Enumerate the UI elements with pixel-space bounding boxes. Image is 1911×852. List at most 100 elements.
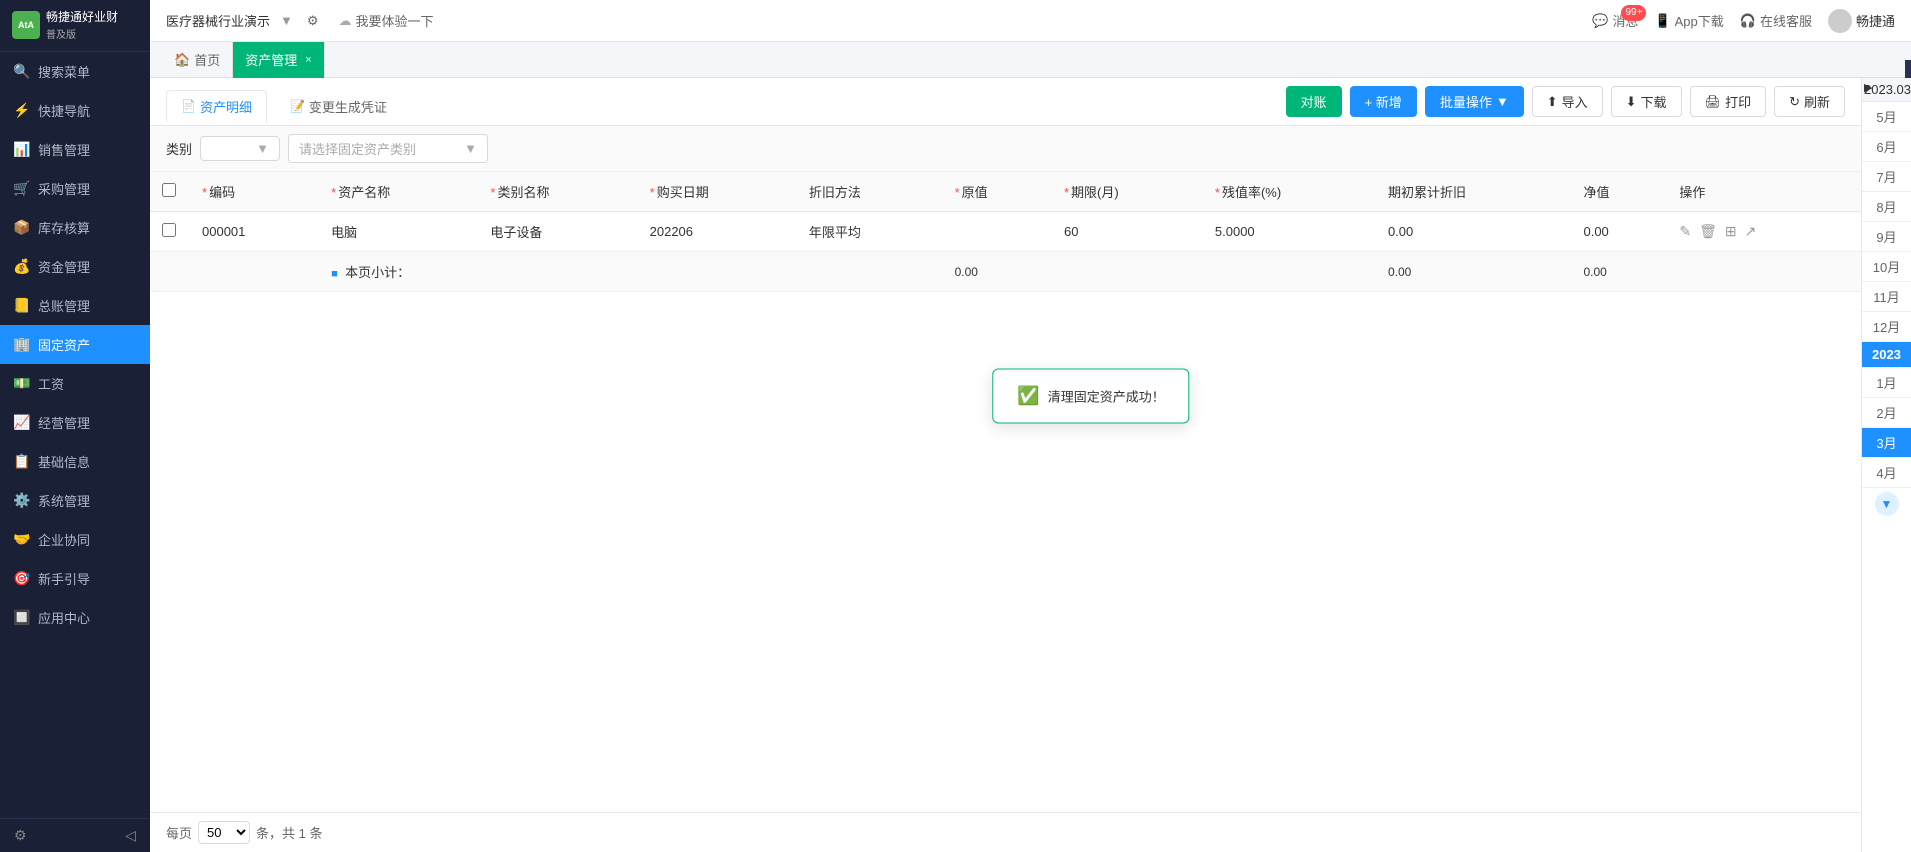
sidebar-item-sales[interactable]: 📊 销售管理	[0, 130, 150, 169]
action-buttons: ✎ 🗑 ⊞ ↗	[1679, 223, 1849, 240]
sidebar-item-inventory[interactable]: 📦 库存核算	[0, 208, 150, 247]
messages-button[interactable]: 💬 消息 99+	[1592, 11, 1638, 30]
th-name: *资产名称	[319, 172, 478, 212]
refresh-button[interactable]: ↻ 刷新	[1774, 86, 1845, 117]
tab-home[interactable]: 🏠 首页	[162, 42, 233, 78]
online-support-button[interactable]: 🎧 在线客服	[1740, 11, 1812, 30]
th-actions: 操作	[1667, 172, 1861, 212]
print-button[interactable]: 🖨 打印	[1690, 86, 1767, 117]
download-button[interactable]: ⬇ 下载	[1611, 86, 1682, 117]
cal-month-9[interactable]: 9月	[1862, 222, 1911, 252]
cal-month-8[interactable]: 8月	[1862, 192, 1911, 222]
cal-month-10[interactable]: 10月	[1862, 252, 1911, 282]
more-button[interactable]: ↗	[1745, 223, 1757, 240]
settings-icon[interactable]: ⚙	[307, 13, 319, 29]
logo-icon: AtA	[12, 11, 40, 39]
collapse-left-icon[interactable]: ▶	[1864, 81, 1872, 94]
reconcile-button[interactable]: 对账	[1286, 86, 1342, 117]
sidebar-item-operations[interactable]: 📈 经营管理	[0, 403, 150, 442]
sidebar-item-label: 资金管理	[38, 257, 90, 276]
sidebar: AtA 畅捷通好业财 普及版 🔍 搜索菜单 ⚡ 快捷导航 📊 销售管理 🛒 采购…	[0, 0, 150, 852]
tab-asset-management[interactable]: 资产管理 ×	[233, 42, 324, 78]
subtab-asset-detail[interactable]: 📄 资产明细	[166, 90, 267, 123]
sidebar-item-label: 系统管理	[38, 491, 90, 510]
sidebar-item-label: 总账管理	[38, 296, 90, 315]
sidebar-item-label: 快捷导航	[38, 101, 90, 120]
cal-month-11[interactable]: 11月	[1862, 282, 1911, 312]
row-checkbox[interactable]	[162, 223, 176, 237]
sidebar-item-label: 基础信息	[38, 452, 90, 471]
sidebar-item-salary[interactable]: 💵 工资	[0, 364, 150, 403]
enterprise-icon: 🤝	[14, 531, 30, 547]
message-icon: 💬	[1592, 13, 1608, 29]
tabbar: 🏠 首页 资产管理 ×	[150, 42, 1911, 78]
sidebar-item-search[interactable]: 🔍 搜索菜单	[0, 52, 150, 91]
td-actions: ✎ 🗑 ⊞ ↗	[1667, 212, 1861, 252]
table-header: *编码 *资产名称 *类别名称 *购买日期 折旧方法 *原值 *期限(月) *残…	[150, 172, 1861, 212]
logo-sub: 普及版	[46, 26, 118, 41]
edit-button[interactable]: ✎	[1679, 223, 1691, 240]
cal-month-1[interactable]: 1月	[1862, 368, 1911, 398]
total-label: 条，共 1 条	[256, 823, 322, 842]
pagination: 每页 50 10 20 100 条，共 1 条	[150, 812, 1861, 852]
sidebar-item-guide[interactable]: 🎯 新手引导	[0, 559, 150, 598]
select-all-checkbox[interactable]	[162, 183, 176, 197]
tab-close-icon[interactable]: ×	[305, 54, 311, 66]
sidebar-item-enterprise[interactable]: 🤝 企业协同	[0, 520, 150, 559]
td-subtotal-original: 0.00	[943, 252, 1052, 292]
salary-icon: 💵	[14, 375, 30, 391]
cal-month-2[interactable]: 2月	[1862, 398, 1911, 428]
cal-down-button[interactable]: ▼	[1875, 492, 1899, 516]
fund-icon: 💰	[14, 258, 30, 274]
delete-button[interactable]: 🗑	[1699, 223, 1717, 240]
batch-ops-button[interactable]: 批量操作 ▼	[1425, 86, 1524, 117]
sidebar-item-purchase[interactable]: 🛒 采购管理	[0, 169, 150, 208]
cal-month-7[interactable]: 7月	[1862, 162, 1911, 192]
sidebar-item-label: 应用中心	[38, 608, 90, 627]
cal-month-6[interactable]: 6月	[1862, 132, 1911, 162]
sidebar-logo: AtA 畅捷通好业财 普及版	[0, 0, 150, 52]
sidebar-nav: 🔍 搜索菜单 ⚡ 快捷导航 📊 销售管理 🛒 采购管理 📦 库存核算 💰 资金管…	[0, 52, 150, 818]
sidebar-item-fund[interactable]: 💰 资金管理	[0, 247, 150, 286]
cal-month-3-current[interactable]: 3月	[1862, 428, 1911, 458]
sidebar-item-label: 搜索菜单	[38, 62, 90, 81]
app-download-button[interactable]: 📱 App下载	[1654, 11, 1723, 30]
sidebar-item-basics[interactable]: 📋 基础信息	[0, 442, 150, 481]
td-subtotal-initial: 0.00	[1376, 252, 1572, 292]
purchase-icon: 🛒	[14, 180, 30, 196]
user-menu[interactable]: 畅捷通	[1828, 9, 1895, 33]
td-category: 电子设备	[478, 212, 637, 252]
cal-month-12[interactable]: 12月	[1862, 312, 1911, 342]
subtab-generate-voucher[interactable]: 📝 变更生成凭证	[275, 90, 402, 122]
per-page-select[interactable]: 50 10 20 100	[198, 821, 250, 844]
cal-month-4[interactable]: 4月	[1862, 458, 1911, 488]
new-button[interactable]: + 新增	[1350, 86, 1417, 117]
filter-placeholder: 请选择固定资产类别	[299, 139, 416, 158]
sidebar-item-quick-nav[interactable]: ⚡ 快捷导航	[0, 91, 150, 130]
dropdown-arrow-icon[interactable]: ▼	[280, 13, 293, 28]
sidebar-item-apps[interactable]: 🔲 应用中心	[0, 598, 150, 637]
check-icon: ✅	[1017, 386, 1039, 407]
sidebar-item-system[interactable]: ⚙️ 系统管理	[0, 481, 150, 520]
sidebar-item-label: 固定资产	[38, 335, 90, 354]
cal-month-5[interactable]: 5月	[1862, 102, 1911, 132]
cal-year-2023[interactable]: 2023	[1862, 342, 1911, 368]
settings-icon[interactable]: ⚙	[14, 827, 27, 844]
td-residual-rate: 5.0000	[1203, 212, 1376, 252]
download-icon: 📱	[1654, 13, 1670, 29]
copy-button[interactable]: ⊞	[1725, 223, 1737, 240]
import-button[interactable]: ⬆ 导入	[1532, 86, 1603, 117]
cloud-icon: ☁	[339, 13, 352, 29]
collapse-icon[interactable]: ◁	[125, 827, 136, 844]
td-depreciation: 年限平均	[797, 212, 943, 252]
sidebar-item-fixed-assets[interactable]: 🏢 固定资产	[0, 325, 150, 364]
sidebar-item-ledger[interactable]: 📒 总账管理	[0, 286, 150, 325]
filter-input-arrow-icon: ▼	[464, 141, 477, 156]
sidebar-item-label: 经营管理	[38, 413, 90, 432]
filter-category-input[interactable]: 请选择固定资产类别 ▼	[288, 134, 488, 163]
sidebar-item-label: 采购管理	[38, 179, 90, 198]
filter-category-select[interactable]: ▼	[200, 136, 280, 161]
experience-link[interactable]: ☁ 我要体验一下	[339, 11, 434, 30]
home-icon: 🏠	[174, 52, 190, 68]
td-net-value: 0.00	[1571, 212, 1667, 252]
